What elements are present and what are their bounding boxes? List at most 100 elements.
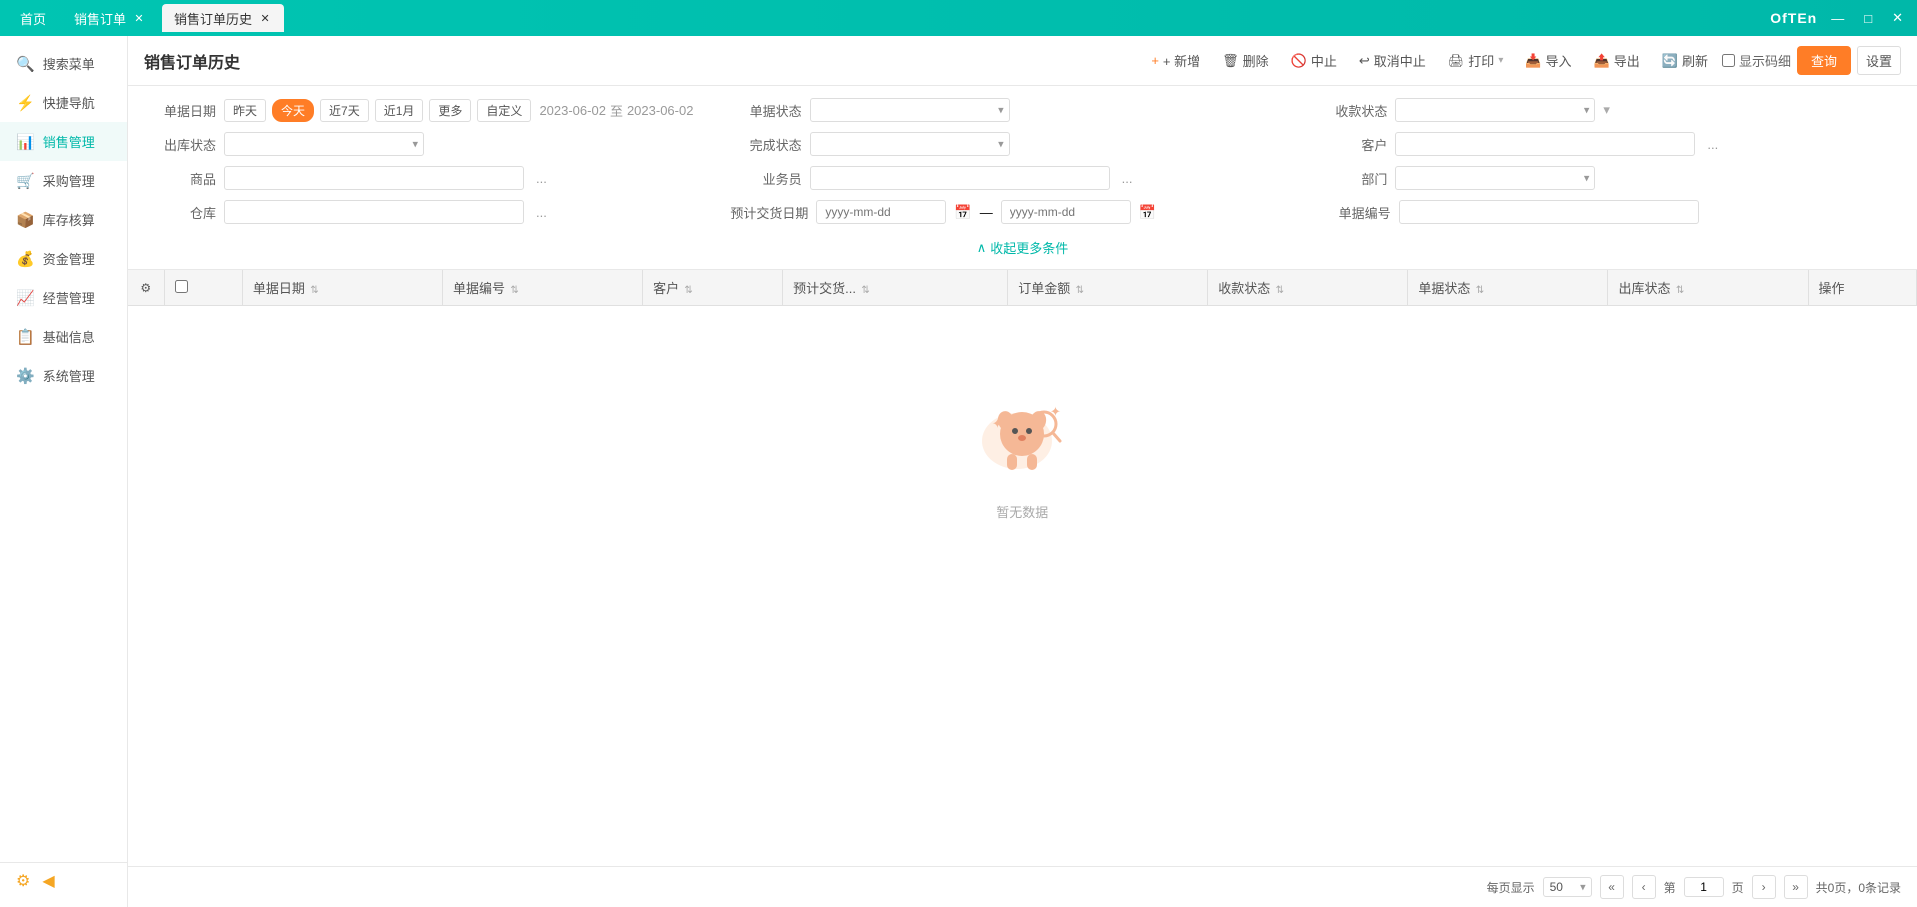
sidebar-item-search-menu[interactable]: 🔍 搜索菜单 bbox=[0, 44, 127, 83]
query-label: 查询 bbox=[1811, 51, 1837, 70]
pagination-bar: 每页显示 50 20 100 « ‹ 第 页 › » 共0页，0条记录 bbox=[128, 866, 1917, 907]
col-order-status[interactable]: 单据状态 ⇅ bbox=[1408, 270, 1608, 306]
sidebar-item-quick-nav[interactable]: ⚡ 快捷导航 bbox=[0, 83, 127, 122]
col-order-status-label: 单据状态 bbox=[1418, 281, 1470, 296]
sidebar-item-capital-mgmt[interactable]: 💰 资金管理 bbox=[0, 239, 127, 278]
settings-button[interactable]: 设置 bbox=[1857, 46, 1901, 75]
show-cols-toggle[interactable]: 显示码细 bbox=[1722, 51, 1791, 70]
order-status-select[interactable] bbox=[810, 98, 1010, 122]
date-from-value: 2023-06-02 bbox=[539, 103, 606, 118]
sidebar-item-inventory[interactable]: 📦 库存核算 bbox=[0, 200, 127, 239]
sidebar-item-operation-mgmt[interactable]: 📈 经营管理 bbox=[0, 278, 127, 317]
prev-page-btn[interactable]: ‹ bbox=[1632, 875, 1656, 899]
order-num-input[interactable] bbox=[1399, 200, 1699, 224]
capital-mgmt-icon: 💰 bbox=[16, 250, 35, 268]
sidebar-expand-icon[interactable]: ◀ bbox=[42, 871, 54, 891]
import-icon: 📥 bbox=[1525, 53, 1541, 69]
show-cols-checkbox[interactable] bbox=[1722, 54, 1735, 67]
col-warehouse-status-sort: ⇅ bbox=[1676, 285, 1684, 296]
date-range-dash: — bbox=[980, 205, 993, 220]
calendar-icon-to[interactable]: 📅 bbox=[1139, 204, 1156, 221]
collapse-icon: ∧ bbox=[977, 240, 987, 256]
select-all-checkbox[interactable] bbox=[175, 280, 188, 293]
refresh-button[interactable]: 🔄 刷新 bbox=[1654, 47, 1716, 74]
col-expected[interactable]: 预计交货... ⇅ bbox=[783, 270, 1008, 306]
customer-dots[interactable]: ... bbox=[1703, 137, 1722, 152]
receipt-status-select[interactable] bbox=[1395, 98, 1595, 122]
refresh-icon: 🔄 bbox=[1662, 53, 1678, 69]
close-btn[interactable]: ✕ bbox=[1886, 8, 1909, 28]
per-page-select[interactable]: 50 20 100 bbox=[1543, 877, 1592, 897]
tab-home[interactable]: 首页 bbox=[8, 4, 58, 32]
sidebar-item-system-mgmt[interactable]: ⚙️ 系统管理 bbox=[0, 356, 127, 395]
maximize-btn[interactable]: □ bbox=[1858, 9, 1878, 28]
first-page-btn[interactable]: « bbox=[1600, 875, 1624, 899]
print-button[interactable]: 🖨 打印 ▾ bbox=[1440, 47, 1512, 74]
salesperson-dots[interactable]: ... bbox=[1118, 171, 1137, 186]
sidebar-item-sales-mgmt[interactable]: 📊 销售管理 bbox=[0, 122, 127, 161]
col-warehouse-status[interactable]: 出库状态 ⇅ bbox=[1608, 270, 1808, 306]
tab-sales-order-history-close[interactable]: ✕ bbox=[258, 11, 272, 25]
salesperson-input[interactable] bbox=[810, 166, 1110, 190]
next-page-btn[interactable]: › bbox=[1752, 875, 1776, 899]
tab-sales-order-close[interactable]: ✕ bbox=[132, 11, 146, 25]
cancel-stop-button[interactable]: ↩ 取消中止 bbox=[1351, 47, 1434, 74]
add-button[interactable]: + + 新增 bbox=[1143, 47, 1208, 74]
collapse-row[interactable]: ∧ 收起更多条件 bbox=[144, 234, 1901, 257]
sidebar-item-quick-nav-label: 快捷导航 bbox=[43, 93, 95, 112]
svg-text:✦: ✦ bbox=[1050, 404, 1061, 419]
page-input[interactable] bbox=[1684, 877, 1724, 897]
sidebar-item-base-info[interactable]: 📋 基础信息 bbox=[0, 317, 127, 356]
tab-sales-order[interactable]: 销售订单 ✕ bbox=[62, 4, 158, 32]
product-input[interactable] bbox=[224, 166, 524, 190]
warehouse-dots[interactable]: ... bbox=[532, 205, 551, 220]
date-btn-more[interactable]: 更多 bbox=[429, 99, 471, 122]
sidebar-settings-icon[interactable]: ⚙ bbox=[16, 871, 30, 891]
date-btn-1month[interactable]: 近1月 bbox=[375, 99, 424, 122]
data-table: ⚙ 单据日期 ⇅ 单据编号 ⇅ 客户 bbox=[128, 270, 1917, 601]
add-label: + 新增 bbox=[1163, 51, 1200, 70]
customer-input[interactable] bbox=[1395, 132, 1695, 156]
warehouse-label: 仓库 bbox=[144, 203, 224, 222]
col-receipt-status[interactable]: 收款状态 ⇅ bbox=[1208, 270, 1408, 306]
minimize-btn[interactable]: — bbox=[1825, 9, 1850, 28]
col-amount[interactable]: 订单金额 ⇅ bbox=[1008, 270, 1208, 306]
product-dots[interactable]: ... bbox=[532, 171, 551, 186]
delete-button[interactable]: 🗑 删除 bbox=[1214, 47, 1277, 74]
expected-date-from[interactable] bbox=[816, 200, 946, 224]
query-button[interactable]: 查询 bbox=[1797, 46, 1851, 75]
date-btn-7days[interactable]: 近7天 bbox=[320, 99, 369, 122]
settings-col[interactable]: ⚙ bbox=[128, 270, 164, 306]
top-bar-right: OfTEn — □ ✕ bbox=[1770, 8, 1909, 28]
expected-date-to[interactable] bbox=[1001, 200, 1131, 224]
warehouse-input[interactable] bbox=[224, 200, 524, 224]
per-page-select-wrapper: 50 20 100 bbox=[1543, 877, 1592, 897]
col-customer[interactable]: 客户 ⇅ bbox=[643, 270, 783, 306]
date-btn-custom[interactable]: 自定义 bbox=[477, 99, 531, 122]
department-label: 部门 bbox=[1315, 169, 1395, 188]
col-expected-label: 预计交货... bbox=[793, 281, 856, 296]
col-number[interactable]: 单据编号 ⇅ bbox=[442, 270, 642, 306]
col-warehouse-status-label: 出库状态 bbox=[1618, 281, 1670, 296]
sidebar-item-system-mgmt-label: 系统管理 bbox=[43, 366, 95, 385]
top-bar: 首页 销售订单 ✕ 销售订单历史 ✕ OfTEn — □ ✕ bbox=[0, 0, 1917, 36]
col-date[interactable]: 单据日期 ⇅ bbox=[242, 270, 442, 306]
warehouse-status-label: 出库状态 bbox=[144, 135, 224, 154]
refresh-label: 刷新 bbox=[1682, 51, 1708, 70]
date-btn-today[interactable]: 今天 bbox=[272, 99, 314, 122]
tab-sales-order-history[interactable]: 销售订单历史 ✕ bbox=[162, 4, 284, 32]
expected-date-control: 📅 — 📅 bbox=[816, 200, 1318, 224]
date-btn-yesterday[interactable]: 昨天 bbox=[224, 99, 266, 122]
sidebar-item-purchase-mgmt[interactable]: 🛒 采购管理 bbox=[0, 161, 127, 200]
warehouse-status-select[interactable] bbox=[224, 132, 424, 156]
complete-status-select[interactable] bbox=[810, 132, 1010, 156]
calendar-icon-from[interactable]: 📅 bbox=[954, 204, 971, 221]
sidebar-item-search-menu-label: 搜索菜单 bbox=[43, 54, 95, 73]
import-button[interactable]: 📥 导入 bbox=[1517, 47, 1579, 74]
last-page-btn[interactable]: » bbox=[1784, 875, 1808, 899]
stop-button[interactable]: 🚫 中止 bbox=[1283, 47, 1345, 74]
warehouse-control: ... bbox=[224, 200, 726, 224]
export-button[interactable]: 📤 导出 bbox=[1586, 47, 1648, 74]
delete-label: 删除 bbox=[1243, 51, 1269, 70]
department-select[interactable] bbox=[1395, 166, 1595, 190]
